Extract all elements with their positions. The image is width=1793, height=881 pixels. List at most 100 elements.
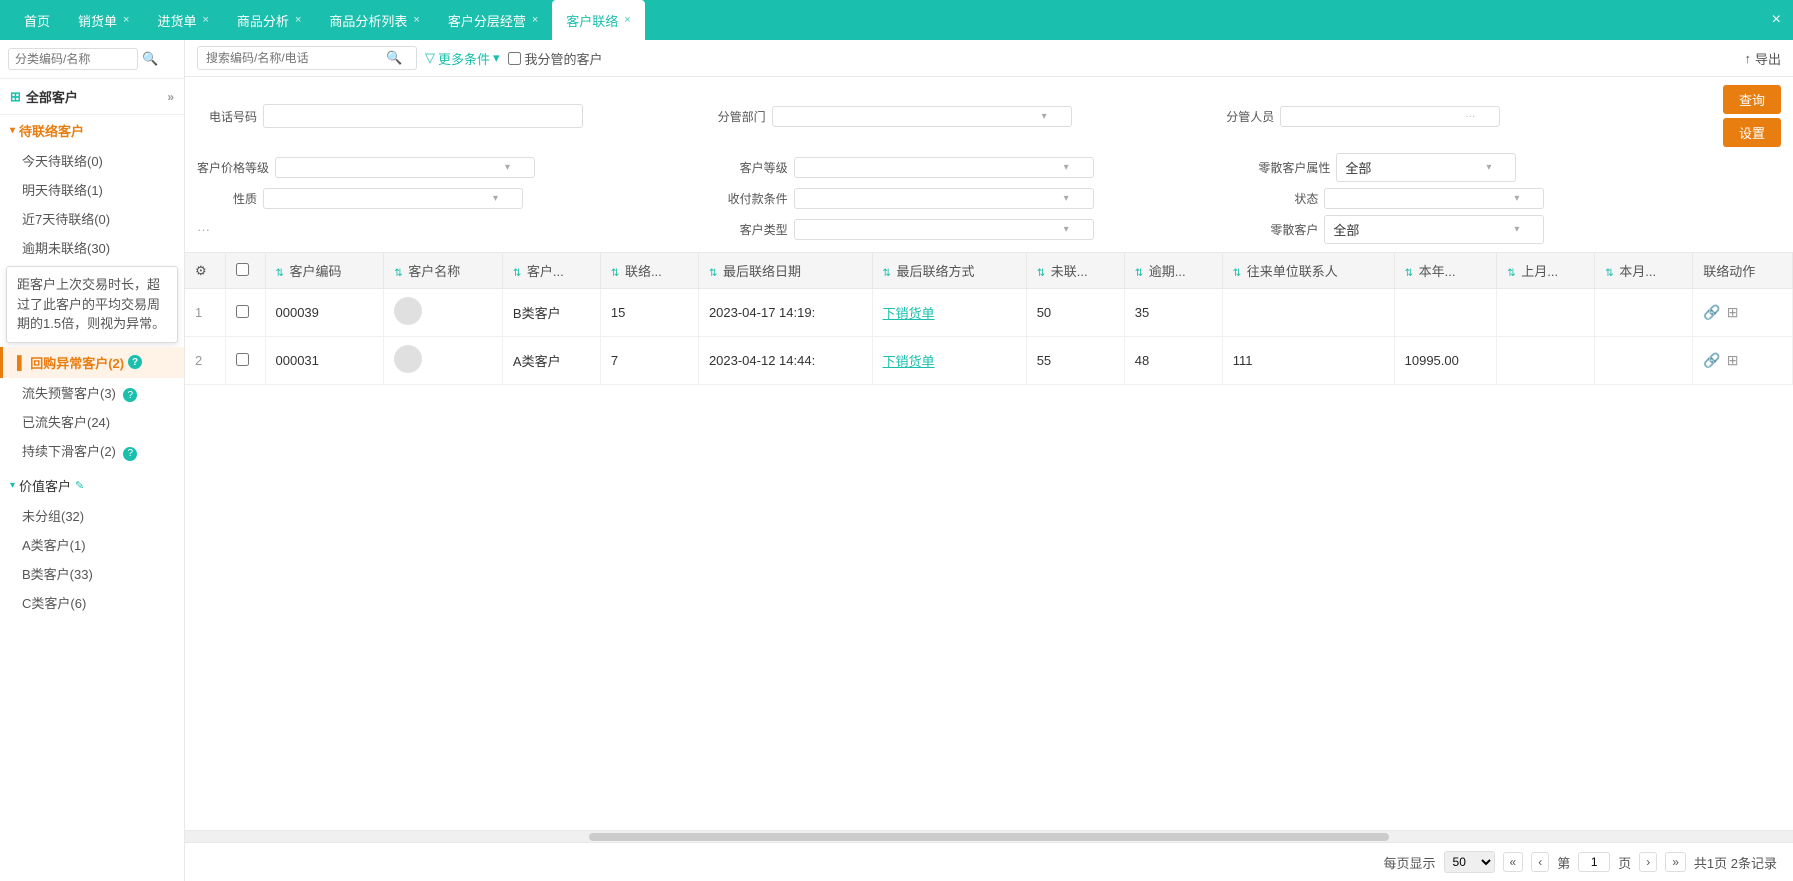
window-close-button[interactable]: × <box>1772 11 1781 29</box>
declining-help-icon[interactable]: ? <box>123 447 137 461</box>
nav-item-sales-order[interactable]: 销货单 × <box>64 0 143 40</box>
value-section-edit-icon[interactable]: ✎ <box>75 479 84 492</box>
tmonth-sort-icon[interactable]: ⇅ <box>1605 268 1613 279</box>
sidebar-item-tomorrow-pending[interactable]: 明天待联络(1) <box>0 175 184 204</box>
filter-dots[interactable]: ··· <box>197 222 210 237</box>
sidebar-item-lost[interactable]: 已流失客户(24) <box>0 407 184 436</box>
sidebar-item-unclassified[interactable]: 未分组(32) <box>0 501 184 530</box>
prev-page-button[interactable]: ‹ <box>1531 852 1549 872</box>
payment-select[interactable]: ▾ <box>794 188 1094 209</box>
export-button[interactable]: ↑ 导出 <box>1744 49 1781 68</box>
close-sales-order-icon[interactable]: × <box>123 14 129 26</box>
retail-customer-select[interactable]: 全部 ▾ <box>1324 215 1544 244</box>
value-customers-title[interactable]: ▾ 价值客户 ✎ <box>0 470 184 501</box>
sidebar-collapse-icon[interactable]: » <box>167 90 174 104</box>
pending-section-title[interactable]: ▾ 待联络客户 <box>0 115 184 146</box>
close-product-analysis-icon[interactable]: × <box>295 14 301 26</box>
row-1-overdue: 35 <box>1124 289 1222 337</box>
sidebar-item-repurchase-anomaly[interactable]: ▌ 回购异常客户(2) ? <box>0 347 184 378</box>
overdue-sort-icon[interactable]: ⇅ <box>1135 268 1143 279</box>
search-input[interactable] <box>206 51 386 65</box>
sidebar-item-c-class[interactable]: C类客户(6) <box>0 588 184 617</box>
row-1-method-link[interactable]: 下销货单 <box>883 306 935 321</box>
row-2-method-link[interactable]: 下销货单 <box>883 354 935 369</box>
row-2-grid-icon[interactable]: ⊞ <box>1727 352 1739 369</box>
sidebar-item-declining[interactable]: 持续下滑客户(2) ? <box>0 436 184 466</box>
nav-item-customer-contact[interactable]: 客户联络 × <box>552 0 644 40</box>
retail-attr-select[interactable]: 全部 ▾ <box>1336 153 1516 182</box>
scroll-thumb[interactable] <box>589 833 1389 841</box>
nav-item-purchase-order[interactable]: 进货单 × <box>143 0 222 40</box>
sidebar-item-today-pending[interactable]: 今天待联络(0) <box>0 146 184 175</box>
repurchase-help-icon[interactable]: ? <box>128 355 142 369</box>
cperson-sort-icon[interactable]: ⇅ <box>1233 268 1241 279</box>
ldate-sort-icon[interactable]: ⇅ <box>709 268 717 279</box>
branch-dept-select[interactable]: ▾ <box>772 106 1072 127</box>
last-page-button[interactable]: » <box>1665 852 1686 872</box>
sidebar-all-customers-header[interactable]: ⊞ 全部客户 » <box>0 79 184 115</box>
row-1-checkbox[interactable] <box>236 305 249 318</box>
tyear-sort-icon[interactable]: ⇅ <box>1405 268 1413 279</box>
next-page-button[interactable]: › <box>1639 852 1657 872</box>
first-page-button[interactable]: « <box>1503 852 1524 872</box>
lmethod-sort-icon[interactable]: ⇅ <box>883 268 891 279</box>
row-2-link-icon[interactable]: 🔗 <box>1703 352 1720 369</box>
table-container: ⚙ ⇅ 客户编码 ⇅ 客户名称 <box>185 253 1793 830</box>
nav-item-product-analysis[interactable]: 商品分析 × <box>223 0 315 40</box>
query-button[interactable]: 查询 <box>1723 85 1781 114</box>
sidebar-item-b-class[interactable]: B类客户(33) <box>0 559 184 588</box>
branch-person-select[interactable]: ··· <box>1280 106 1500 127</box>
nav-item-product-analysis-list[interactable]: 商品分析列表 × <box>315 0 433 40</box>
more-conditions-button[interactable]: ▽ 更多条件 ▾ <box>425 49 500 68</box>
close-customer-layered-icon[interactable]: × <box>532 14 538 26</box>
filter-col-phone: 电话号码 <box>197 104 698 128</box>
payment-chevron: ▾ <box>1064 193 1069 204</box>
gender-chevron: ▾ <box>493 193 498 204</box>
col-name: ⇅ 客户名称 <box>384 253 503 289</box>
price-level-select[interactable]: ▾ <box>275 157 535 178</box>
page-input[interactable] <box>1578 852 1610 872</box>
my-customers-checkbox[interactable]: 我分管的客户 <box>508 49 603 68</box>
col-last-month: ⇅ 上月... <box>1497 253 1595 289</box>
row-2-overdue: 48 <box>1124 337 1222 385</box>
sidebar-search-icon[interactable]: 🔍 <box>142 51 158 67</box>
ccount-sort-icon[interactable]: ⇅ <box>611 268 619 279</box>
lmonth-sort-icon[interactable]: ⇅ <box>1507 268 1515 279</box>
code-sort-icon[interactable]: ⇅ <box>276 268 284 279</box>
row-2-unlinkd: 55 <box>1026 337 1124 385</box>
close-customer-contact-icon[interactable]: × <box>624 14 630 26</box>
udays-sort-icon[interactable]: ⇅ <box>1037 268 1045 279</box>
sidebar-item-overdue-pending[interactable]: 逾期未联络(30) <box>0 233 184 262</box>
phone-input[interactable] <box>263 104 583 128</box>
sidebar-item-a-class[interactable]: A类客户(1) <box>0 530 184 559</box>
sidebar-item-7days-pending[interactable]: 近7天待联络(0) <box>0 204 184 233</box>
filter-row-2: 客户价格等级 ▾ 客户等级 ▾ 零散客户属性 全部 <box>197 153 1781 182</box>
name-sort-icon[interactable]: ⇅ <box>394 268 402 279</box>
gender-select[interactable]: ▾ <box>263 188 523 209</box>
settings-icon[interactable]: ⚙ <box>195 263 207 278</box>
close-purchase-order-icon[interactable]: × <box>202 14 208 26</box>
lost-warning-help-icon[interactable]: ? <box>123 388 137 402</box>
ctype-sort-icon[interactable]: ⇅ <box>513 268 521 279</box>
customer-type-select[interactable]: ▾ <box>794 219 1094 240</box>
sidebar-search-input[interactable] <box>8 48 138 70</box>
search-icon[interactable]: 🔍 <box>386 50 402 66</box>
row-2-checkbox[interactable] <box>236 353 249 366</box>
retail-attr-label: 零散客户属性 <box>1258 159 1330 176</box>
row-1-link-icon[interactable]: 🔗 <box>1703 304 1720 321</box>
nav-item-home[interactable]: 首页 <box>10 0 64 40</box>
status-select[interactable]: ▾ <box>1324 188 1544 209</box>
sidebar-item-lost-warning[interactable]: 流失预警客户(3) ? <box>0 378 184 408</box>
nav-item-customer-layered[interactable]: 客户分层经营 × <box>434 0 552 40</box>
select-all-checkbox[interactable] <box>236 263 249 276</box>
row-1-unlinkd: 50 <box>1026 289 1124 337</box>
tooltip-box: 距客户上次交易时长，超过了此客户的平均交易周期的1.5倍，则视为异常。 <box>6 266 178 343</box>
settings-button[interactable]: 设置 <box>1723 118 1781 147</box>
close-product-analysis-list-icon[interactable]: × <box>413 14 419 26</box>
my-customers-check[interactable] <box>508 52 521 65</box>
row-2-last-method: 下销货单 <box>872 337 1026 385</box>
horizontal-scrollbar[interactable] <box>185 830 1793 842</box>
customer-level-select[interactable]: ▾ <box>794 157 1094 178</box>
per-page-select[interactable]: 50 100 200 <box>1444 851 1495 873</box>
row-1-grid-icon[interactable]: ⊞ <box>1727 304 1739 321</box>
